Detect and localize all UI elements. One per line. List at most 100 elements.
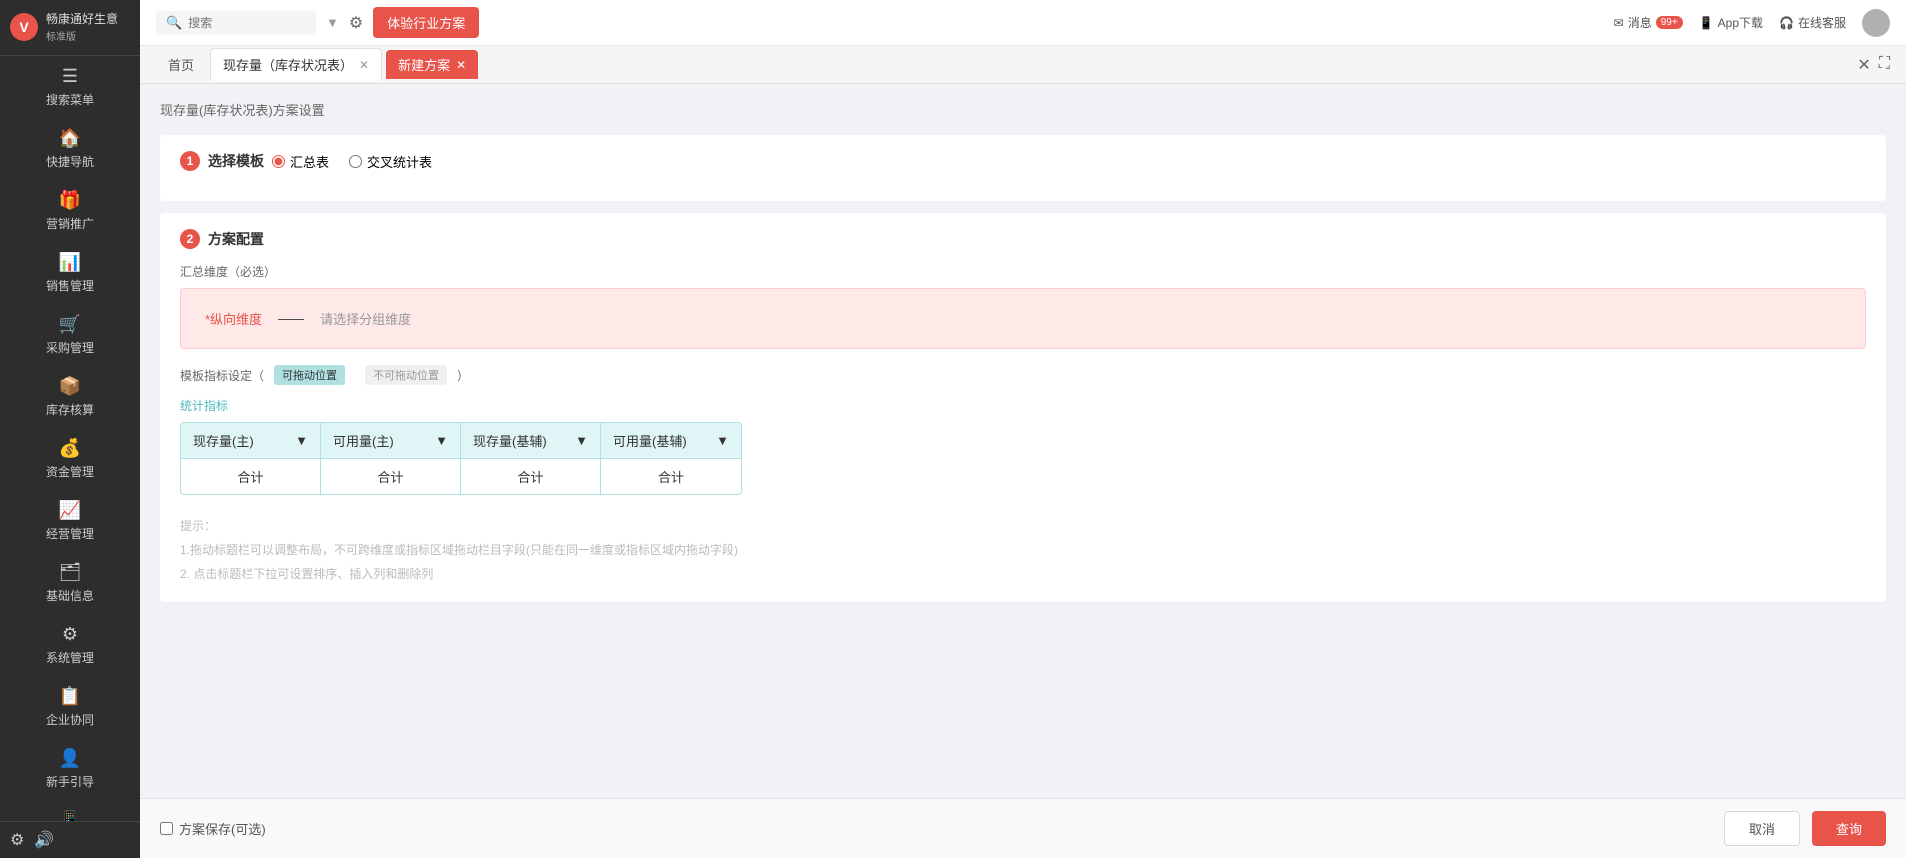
service-label: 在线客服 [1798, 14, 1846, 31]
dim-required-text: *纵向维度 [205, 309, 262, 328]
sidebar-bottom: ⚙ 🔊 [0, 821, 140, 858]
tab-home-label: 首页 [168, 55, 194, 74]
save-option[interactable]: 方案保存(可选) [160, 819, 266, 838]
cancel-button[interactable]: 取消 [1724, 811, 1800, 846]
sidebar-item-sales[interactable]: 📊 销售管理 [0, 242, 140, 304]
stats-body-3: 合计 [601, 459, 741, 494]
section1-header: 1 选择模板 汇总表 交叉统计表 [180, 151, 1866, 171]
sidebar-item-label: 经营管理 [46, 525, 94, 542]
close-icon[interactable]: ✕ [456, 58, 466, 72]
trial-button[interactable]: 体验行业方案 [373, 7, 479, 38]
indicator-settings-label: 模板指标设定（ [180, 367, 264, 384]
sidebar-item-search-menu[interactable]: ☰ 搜索菜单 [0, 56, 140, 118]
app-download-button[interactable]: 📱 App下载 [1699, 14, 1763, 31]
message-label: 消息 [1628, 14, 1652, 31]
sidebar-nav: ☰ 搜索菜单 🏠 快捷导航 🎁 营销推广 📊 销售管理 🛒 采购管理 📦 库存核… [0, 56, 140, 821]
stats-col-1-label: 可用量(主) [333, 431, 394, 450]
stats-col-2[interactable]: 现存量(基辅) ▼ [461, 423, 601, 458]
sidebar-item-basic[interactable]: 🗂 基础信息 [0, 552, 140, 614]
radio-cross-input[interactable] [349, 155, 362, 168]
user-avatar[interactable] [1862, 9, 1890, 37]
tab-new-scheme[interactable]: 新建方案 ✕ [386, 50, 478, 79]
section2-header: 2 方案配置 [180, 229, 1866, 249]
radio-summary[interactable]: 汇总表 [272, 152, 329, 171]
sidebar-item-appstore[interactable]: 📱 应用中心 [0, 800, 140, 821]
query-button[interactable]: 查询 [1812, 811, 1886, 846]
sidebar-item-purchase[interactable]: 🛒 采购管理 [0, 304, 140, 366]
radio-cross[interactable]: 交叉统计表 [349, 152, 432, 171]
clipboard-icon: 📋 [59, 686, 81, 707]
radio-summary-input[interactable] [272, 155, 285, 168]
stats-col-2-label: 现存量(基辅) [473, 431, 547, 450]
speaker-icon[interactable]: 🔊 [34, 830, 54, 850]
tabbar-right: ✕ ⛶ [1857, 55, 1890, 75]
chevron-down-icon: ▼ [716, 433, 729, 448]
app-download-label: App下载 [1718, 14, 1763, 31]
sidebar-item-label: 销售管理 [46, 277, 94, 294]
close-window-icon[interactable]: ✕ [1857, 55, 1870, 75]
folder-icon: 🗂 [59, 562, 82, 583]
radio-summary-label: 汇总表 [290, 152, 329, 171]
close-icon[interactable]: ✕ [359, 58, 369, 72]
sidebar-item-label: 快捷导航 [46, 153, 94, 170]
sidebar-item-finance[interactable]: 💰 资金管理 [0, 428, 140, 490]
sidebar-item-label: 采购管理 [46, 339, 94, 356]
topbar-search-box[interactable]: 🔍 [156, 11, 316, 35]
footer-buttons: 取消 查询 [1724, 811, 1886, 846]
chevron-down-icon[interactable]: ▼ [326, 15, 339, 30]
sidebar-item-label: 资金管理 [46, 463, 94, 480]
app-version: 标准版 [46, 28, 118, 43]
sidebar-item-system[interactable]: ⚙ 系统管理 [0, 614, 140, 676]
step1-badge: 1 [180, 151, 200, 171]
stats-col-3[interactable]: 可用量(基辅) ▼ [601, 423, 741, 458]
settings-icon[interactable]: ⚙ [10, 830, 24, 850]
logo-icon: V [10, 13, 38, 41]
stats-col-3-label: 可用量(基辅) [613, 431, 687, 450]
tabbar: 首页 现存量（库存状况表） ✕ 新建方案 ✕ ✕ ⛶ [140, 46, 1906, 84]
tips-title: 提示： [180, 519, 216, 533]
sidebar-item-corp[interactable]: 📋 企业协同 [0, 676, 140, 738]
stats-col-0-label: 现存量(主) [193, 431, 254, 450]
home-icon: 🏠 [59, 128, 81, 149]
stats-body-row: 合计 合计 合计 合计 [181, 458, 741, 494]
stats-table: 现存量(主) ▼ 可用量(主) ▼ 现存量(基辅) ▼ 可用量(基辅) ▼ [180, 422, 742, 495]
tab-inventory-status[interactable]: 现存量（库存状况表） ✕ [210, 48, 382, 81]
sidebar-item-label: 企业协同 [46, 711, 94, 728]
stats-body-1: 合计 [321, 459, 461, 494]
sidebar-item-operation[interactable]: 📈 经营管理 [0, 490, 140, 552]
save-checkbox[interactable] [160, 822, 173, 835]
footer: 方案保存(可选) 取消 查询 [140, 798, 1906, 858]
sidebar-item-label: 系统管理 [46, 649, 94, 666]
section-config: 2 方案配置 汇总维度（必选） *纵向维度 —— 请选择分组维度 模板指标设定（… [160, 213, 1886, 602]
sidebar-item-label: 基础信息 [46, 587, 94, 604]
tab-new-label: 新建方案 [398, 55, 450, 74]
stats-col-1[interactable]: 可用量(主) ▼ [321, 423, 461, 458]
dim-placeholder: 请选择分组维度 [320, 309, 411, 328]
message-button[interactable]: ✉ 消息 99+ [1614, 14, 1683, 31]
dimension-box[interactable]: *纵向维度 —— 请选择分组维度 [180, 288, 1866, 349]
indicator-settings-close: ） [457, 367, 469, 384]
stats-body-2: 合计 [461, 459, 601, 494]
message-icon: ✉ [1614, 16, 1624, 30]
tips-item-2: 2. 点击标题栏下拉可设置排序、插入列和删除列 [180, 562, 1866, 586]
expand-icon[interactable]: ⛶ [1879, 55, 1890, 75]
sidebar-item-marketing[interactable]: 🎁 营销推广 [0, 180, 140, 242]
topbar: 🔍 ▼ ⚙ 体验行业方案 ✉ 消息 99+ 📱 App下载 🎧 在线客服 [140, 0, 1906, 46]
page-title: 现存量(库存状况表)方案设置 [160, 100, 1886, 119]
chevron-down-icon: ▼ [435, 433, 448, 448]
tab-home[interactable]: 首页 [156, 49, 206, 80]
stats-col-0[interactable]: 现存量(主) ▼ [181, 423, 321, 458]
dim-arrow: —— [278, 311, 304, 326]
sidebar-item-inventory[interactable]: 📦 库存核算 [0, 366, 140, 428]
sidebar-item-newguide[interactable]: 👤 新手引导 [0, 738, 140, 800]
section1-title: 选择模板 [208, 151, 264, 171]
user-icon: 👤 [59, 748, 81, 769]
chevron-down-icon: ▼ [295, 433, 308, 448]
content-area: 现存量(库存状况表)方案设置 1 选择模板 汇总表 交叉统计表 [140, 84, 1906, 798]
sidebar-item-label: 搜索菜单 [46, 91, 94, 108]
service-button[interactable]: 🎧 在线客服 [1779, 14, 1846, 31]
search-input[interactable] [188, 16, 288, 30]
sidebar-item-quick-nav[interactable]: 🏠 快捷导航 [0, 118, 140, 180]
main-area: 🔍 ▼ ⚙ 体验行业方案 ✉ 消息 99+ 📱 App下载 🎧 在线客服 [140, 0, 1906, 858]
topbar-gear-icon[interactable]: ⚙ [349, 13, 363, 33]
